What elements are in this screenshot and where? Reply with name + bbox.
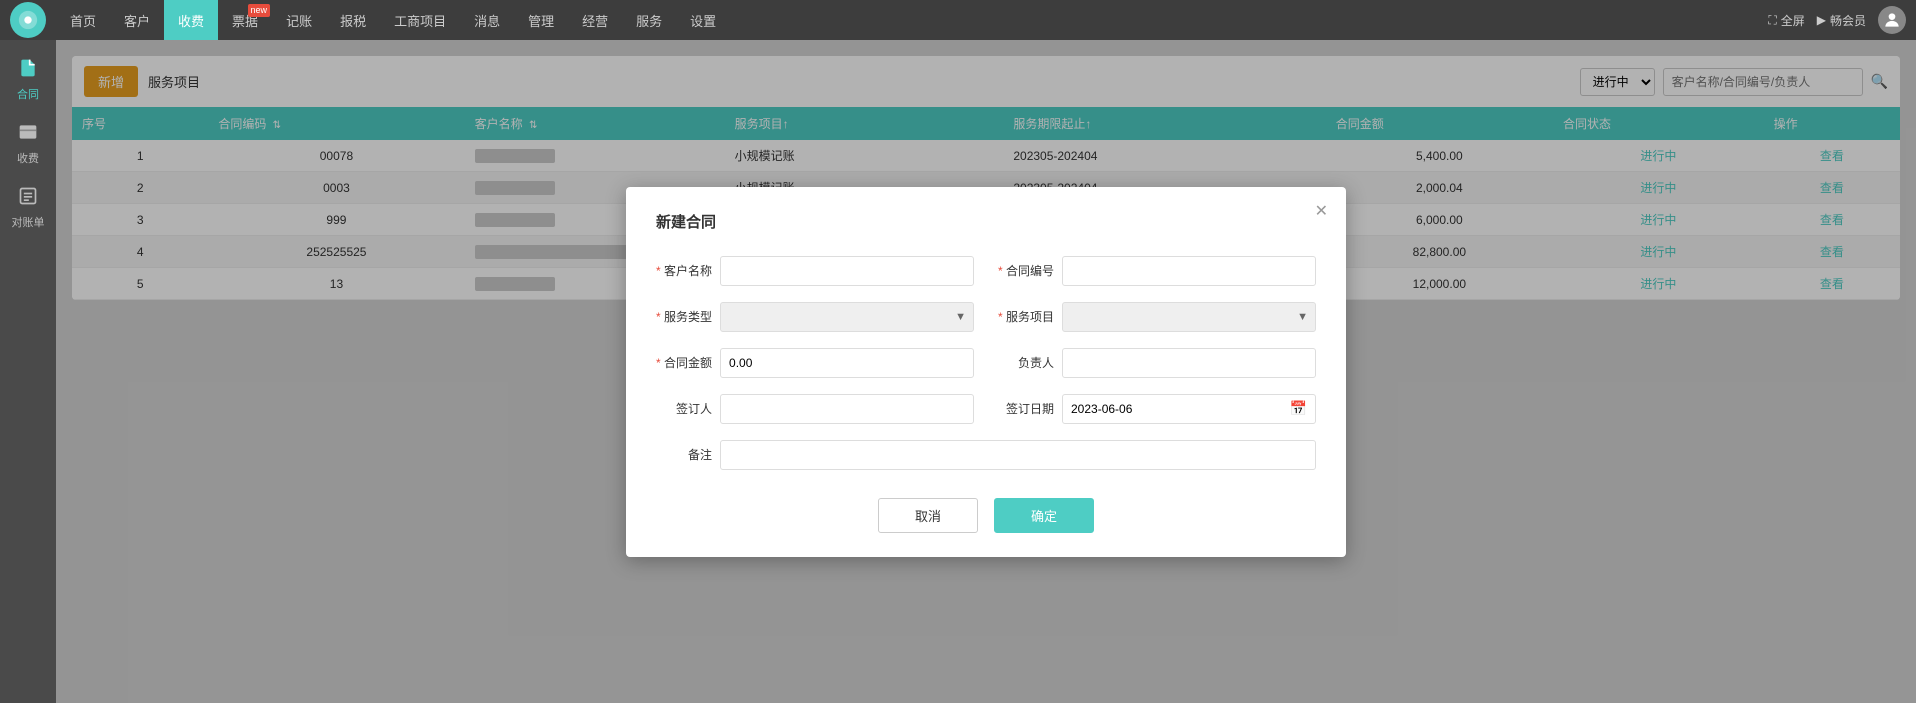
form-grid: 客户名称 合同编号 服务类型 ▼ [656,256,1316,470]
new-badge: new [248,4,271,17]
form-group-service-type: 服务类型 ▼ [656,302,974,332]
nav-tax[interactable]: 报税 [326,0,380,40]
remark-label: 备注 [656,446,712,463]
service-item-label: 服务项目 [998,308,1054,325]
sidebar: 合同 收费 对账单 [0,40,56,703]
sign-date-wrap: 📅 [1062,394,1316,424]
fullscreen-button[interactable]: ⛶ 全屏 [1768,12,1804,29]
modal-close-button[interactable]: ✕ [1315,201,1328,221]
nav-operate[interactable]: 经营 [568,0,622,40]
fullscreen-icon: ⛶ [1768,13,1776,28]
signatory-label: 签订人 [656,400,712,417]
form-group-contract-no: 合同编号 [998,256,1316,286]
sign-date-input[interactable] [1071,402,1286,416]
modal-overlay: 新建合同 ✕ 客户名称 合同编号 服务类型 [56,40,1916,703]
top-nav-right: ⛶ 全屏 ▶ 畅会员 [1768,6,1906,34]
nav-manage[interactable]: 管理 [514,0,568,40]
logo [10,2,46,38]
nav-business[interactable]: 工商项目 [380,0,460,40]
sidebar-item-fee[interactable]: 收费 [0,114,56,174]
nav-client[interactable]: 客户 [110,0,164,40]
confirm-button[interactable]: 确定 [994,498,1094,533]
sign-date-label: 签订日期 [998,400,1054,417]
main-layout: 合同 收费 对账单 新增 服务项目 进行中 已完成 [0,40,1916,703]
form-group-remark: 备注 [656,440,1316,470]
responsible-input[interactable] [1062,348,1316,378]
modal-title: 新建合同 [656,211,1316,232]
nav-message[interactable]: 消息 [460,0,514,40]
cancel-button[interactable]: 取消 [878,498,978,533]
form-group-amount: 合同金额 [656,348,974,378]
responsible-label: 负责人 [998,354,1054,371]
form-group-client-name: 客户名称 [656,256,974,286]
avatar[interactable] [1878,6,1906,34]
service-item-select-wrap: ▼ [1062,302,1316,332]
service-item-select[interactable] [1062,302,1316,332]
sidebar-item-contract[interactable]: 合同 [0,50,56,110]
form-group-sign-date: 签订日期 📅 [998,394,1316,424]
statement-icon [18,186,38,211]
content-area: 新增 服务项目 进行中 已完成 已取消 🔍 序号 [56,40,1916,703]
calendar-icon[interactable]: 📅 [1290,400,1307,417]
signatory-input[interactable] [720,394,974,424]
nav-home[interactable]: 首页 [56,0,110,40]
service-type-label: 服务类型 [656,308,712,325]
contract-no-label: 合同编号 [998,262,1054,279]
member-button[interactable]: ▶ 畅会员 [1817,12,1866,29]
form-group-service-item: 服务项目 ▼ [998,302,1316,332]
contract-icon [18,58,38,83]
nav-tickets[interactable]: 票据 new [218,0,272,40]
nav-settings[interactable]: 设置 [676,0,730,40]
modal-footer: 取消 确定 [656,498,1316,533]
sidebar-item-statement[interactable]: 对账单 [0,178,56,238]
nav-service[interactable]: 服务 [622,0,676,40]
amount-label: 合同金额 [656,354,712,371]
form-group-signatory: 签订人 [656,394,974,424]
amount-input[interactable] [720,348,974,378]
client-name-label: 客户名称 [656,262,712,279]
sidebar-fee-label: 收费 [17,150,39,166]
new-contract-modal: 新建合同 ✕ 客户名称 合同编号 服务类型 [626,187,1346,557]
service-type-select[interactable] [720,302,974,332]
nav-items: 首页 客户 收费 票据 new 记账 报税 工商项目 消息 管理 经营 服务 设… [56,0,1768,40]
member-icon: ▶ [1817,13,1826,27]
fee-icon [18,122,38,147]
sidebar-statement-label: 对账单 [12,214,45,230]
top-nav: 首页 客户 收费 票据 new 记账 报税 工商项目 消息 管理 经营 服务 设… [0,0,1916,40]
remark-input[interactable] [720,440,1316,470]
contract-no-input[interactable] [1062,256,1316,286]
service-type-select-wrap: ▼ [720,302,974,332]
nav-accounting[interactable]: 记账 [272,0,326,40]
sidebar-contract-label: 合同 [17,86,39,102]
form-group-responsible: 负责人 [998,348,1316,378]
nav-invoice[interactable]: 收费 [164,0,218,40]
client-name-input[interactable] [720,256,974,286]
